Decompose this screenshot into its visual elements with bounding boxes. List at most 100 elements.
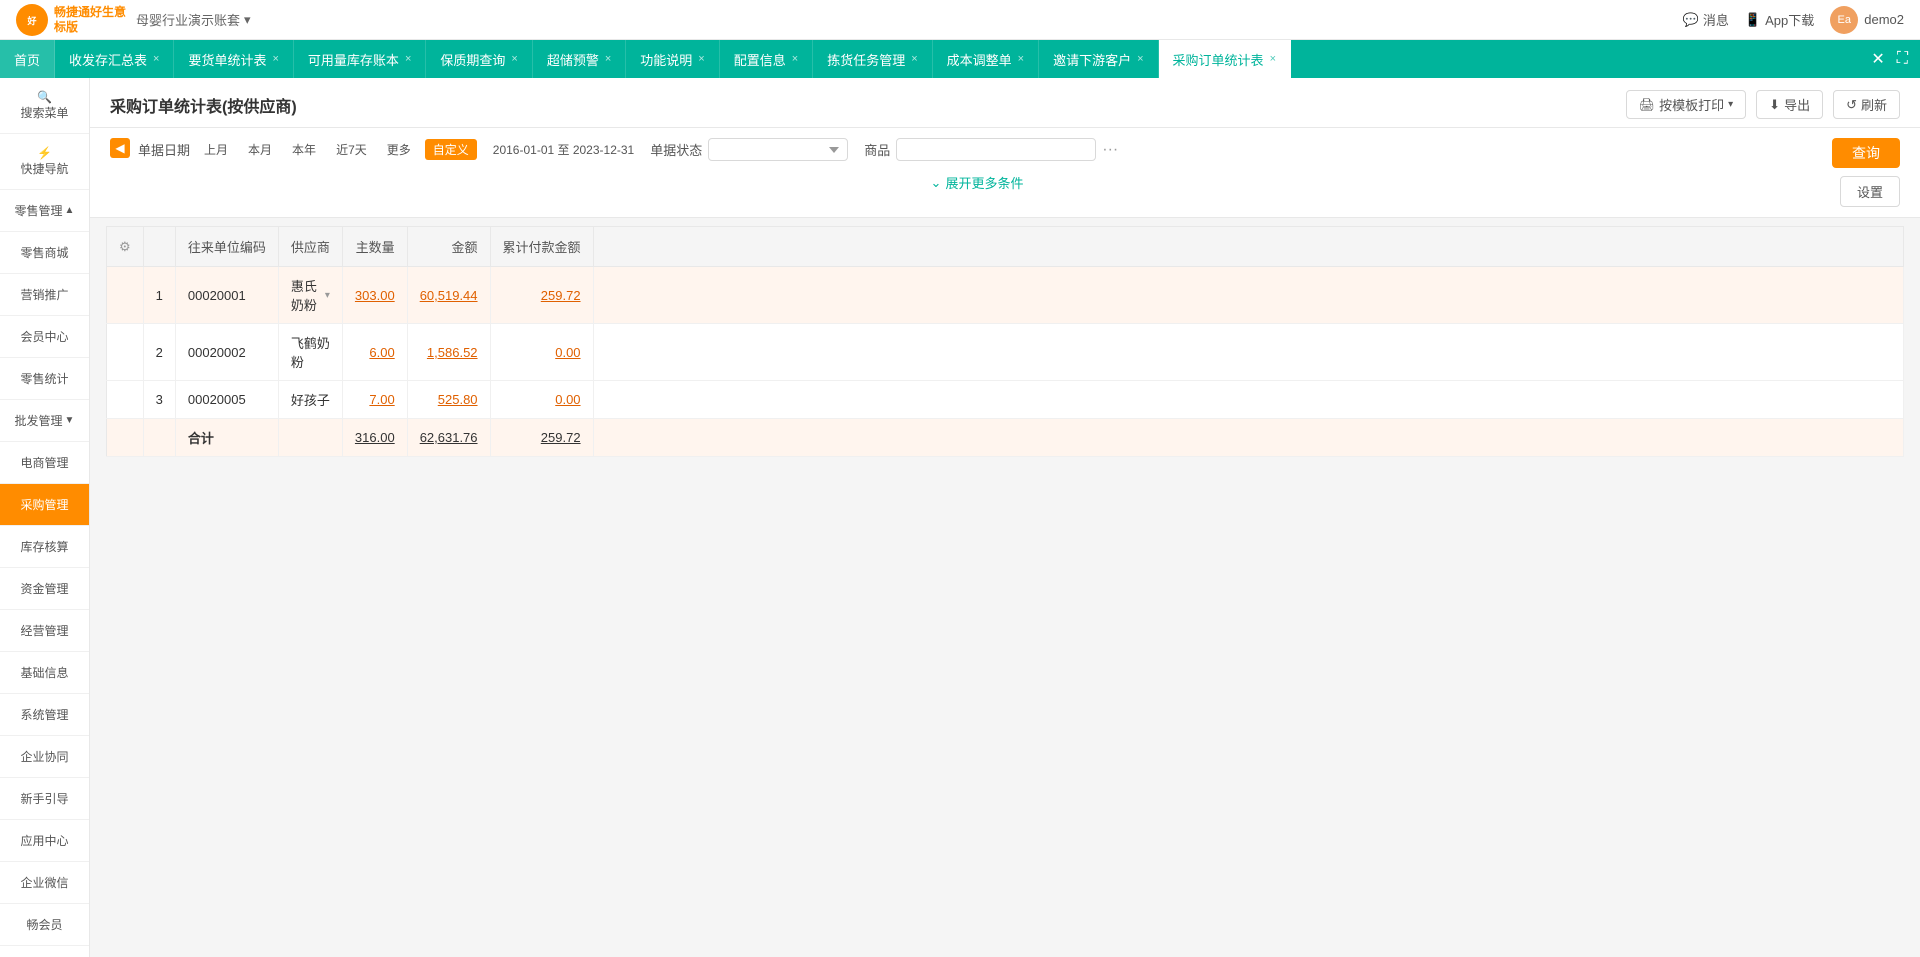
tab-chaochuyujing[interactable]: 超储预警 × <box>533 40 626 78</box>
tab-keyongliang-close[interactable]: × <box>405 53 411 65</box>
collapse-button[interactable]: ◀ <box>110 138 130 158</box>
tab-chaochuyujing-label: 超储预警 <box>547 50 599 69</box>
workspace-selector[interactable]: 母婴行业演示账套 ▾ <box>136 10 251 29</box>
row-settings-cell <box>107 324 144 381</box>
tab-shoufacun[interactable]: 收发存汇总表 × <box>55 40 174 78</box>
sidebar-item-retail-mgmt[interactable]: 零售管理 ▲ <box>0 190 89 232</box>
row-amount[interactable]: 1,586.52 <box>407 324 490 381</box>
tab-caigou[interactable]: 采购订单统计表 × <box>1159 40 1291 78</box>
date-custom-badge[interactable]: 自定义 <box>425 139 477 160</box>
tab-caigou-close[interactable]: × <box>1270 53 1276 65</box>
wholesale-label: 批发管理 <box>15 412 63 429</box>
row-supplier[interactable]: 飞鹤奶粉 <box>278 324 342 381</box>
sidebar-item-newbie[interactable]: 新手引导 <box>0 778 89 820</box>
sidebar-item-sys-mgmt[interactable]: 系统管理 <box>0 694 89 736</box>
page-header: 采购订单统计表(按供应商) 🖨 按模板打印 ▾ ⬇ 导出 ↺ 刷新 <box>90 78 1920 128</box>
tab-peizhi[interactable]: 配置信息 × <box>720 40 813 78</box>
more-options-icon[interactable]: ··· <box>1102 141 1118 159</box>
tab-jianhuo-label: 拣货任务管理 <box>827 50 905 69</box>
footer-amount: 62,631.76 <box>407 419 490 457</box>
app-download-btn[interactable]: 📱 App下载 <box>1745 10 1814 29</box>
tab-chengben-close[interactable]: × <box>1018 53 1024 65</box>
tab-yaoqing-close[interactable]: × <box>1137 53 1143 65</box>
tab-yaohuo[interactable]: 要货单统计表 × <box>174 40 293 78</box>
setting-button[interactable]: 设置 <box>1840 176 1900 207</box>
sidebar-item-member2[interactable]: 畅会员 <box>0 904 89 946</box>
sidebar-item-member[interactable]: 会员中心 <box>0 316 89 358</box>
sidebar-item-wholesale[interactable]: 批发管理 ▼ <box>0 400 89 442</box>
tab-yaoqing-label: 邀请下游客户 <box>1053 50 1131 69</box>
row-amount[interactable]: 525.80 <box>407 381 490 419</box>
date-last-month[interactable]: 上月 <box>196 139 236 160</box>
print-button[interactable]: 🖨 按模板打印 ▾ <box>1626 90 1747 119</box>
tab-keyongliang[interactable]: 可用量库存账本 × <box>294 40 426 78</box>
tab-gongneng-label: 功能说明 <box>640 50 692 69</box>
sidebar-item-retail-mall[interactable]: 零售商城 <box>0 232 89 274</box>
row-settings-cell <box>107 381 144 419</box>
row-qty[interactable]: 303.00 <box>342 267 407 324</box>
sidebar-item-quicknav[interactable]: ⚡ 快捷导航 <box>0 134 89 190</box>
tab-peizhi-close[interactable]: × <box>792 53 798 65</box>
row-qty[interactable]: 7.00 <box>342 381 407 419</box>
goods-input[interactable] <box>896 138 1096 161</box>
tab-yaoqing[interactable]: 邀请下游客户 × <box>1039 40 1158 78</box>
tab-shoufacun-close[interactable]: × <box>153 53 159 65</box>
status-select[interactable] <box>708 138 848 161</box>
tab-chaochuyujing-close[interactable]: × <box>605 53 611 65</box>
chevron-down-icon-2: ▼ <box>65 415 75 426</box>
sidebar-item-app-center[interactable]: 应用中心 <box>0 820 89 862</box>
sidebar-item-enterprise[interactable]: 企业协同 <box>0 736 89 778</box>
tab-gongneng-close[interactable]: × <box>698 53 704 65</box>
filter-status: 单据状态 <box>650 138 848 161</box>
row-paid[interactable]: 0.00 <box>490 324 593 381</box>
print-dropdown-icon: ▾ <box>1728 99 1733 110</box>
row-paid[interactable]: 259.72 <box>490 267 593 324</box>
sidebar-item-basic-info[interactable]: 基础信息 <box>0 652 89 694</box>
sidebar-item-purchase[interactable]: 采购管理 <box>0 484 89 526</box>
tab-jianhuo[interactable]: 拣货任务管理 × <box>813 40 932 78</box>
filter-bar: ◀ 单据日期 上月 本月 本年 近7天 更多 自定义 <box>90 128 1920 218</box>
date-7days[interactable]: 近7天 <box>328 139 375 160</box>
refresh-label: 刷新 <box>1861 95 1887 114</box>
sidebar-item-operations[interactable]: 经营管理 <box>0 610 89 652</box>
nav-expand-btn[interactable]: ⛶ <box>1893 46 1912 72</box>
table-header-row: ⚙ 往来单位编码 供应商 主数量 金额 累计付款金额 <box>107 227 1904 267</box>
sidebar-item-wechat[interactable]: 企业微信 <box>0 862 89 904</box>
sidebar-item-marketing[interactable]: 营销推广 <box>0 274 89 316</box>
logo: 好 畅捷通好生意 标版 <box>16 4 126 36</box>
sidebar-item-ecommerce[interactable]: 电商管理 <box>0 442 89 484</box>
row-supplier[interactable]: 好孩子 <box>278 381 342 419</box>
tab-chengben[interactable]: 成本调整单 × <box>933 40 1039 78</box>
user-info[interactable]: Ea demo2 <box>1830 6 1904 34</box>
sidebar-item-retail-stats[interactable]: 零售统计 <box>0 358 89 400</box>
sidebar-item-inventory[interactable]: 库存核算 <box>0 526 89 568</box>
date-more[interactable]: 更多 <box>379 139 419 160</box>
query-button[interactable]: 查询 <box>1832 138 1900 168</box>
settings-icon[interactable]: ⚙ <box>119 239 131 254</box>
nav-close-btn[interactable]: ✕ <box>1867 45 1888 73</box>
row-supplier[interactable]: 惠氏奶粉 ▾ <box>278 267 342 324</box>
message-btn[interactable]: 💬 消息 <box>1683 10 1729 29</box>
tab-baozhi-close[interactable]: × <box>511 53 517 65</box>
sidebar-item-search[interactable]: 🔍 搜索菜单 <box>0 78 89 134</box>
row-code: 00020005 <box>175 381 278 419</box>
export-button[interactable]: ⬇ 导出 <box>1756 90 1823 119</box>
tab-yaohuo-close[interactable]: × <box>272 53 278 65</box>
tab-home[interactable]: 首页 <box>0 40 55 78</box>
sidebar-item-finance[interactable]: 资金管理 <box>0 568 89 610</box>
tab-jianhuo-close[interactable]: × <box>911 53 917 65</box>
row-paid[interactable]: 0.00 <box>490 381 593 419</box>
row-qty[interactable]: 6.00 <box>342 324 407 381</box>
username-label: demo2 <box>1864 12 1904 27</box>
row-amount[interactable]: 60,519.44 <box>407 267 490 324</box>
expand-more-btn[interactable]: ⌄ 展开更多条件 <box>138 167 1816 198</box>
row-index: 3 <box>143 381 175 419</box>
tab-gongneng[interactable]: 功能说明 × <box>626 40 719 78</box>
refresh-button[interactable]: ↺ 刷新 <box>1833 90 1900 119</box>
date-this-year[interactable]: 本年 <box>284 139 324 160</box>
svg-text:好: 好 <box>26 15 36 26</box>
expand-row: ⌄ 展开更多条件 <box>138 167 1816 198</box>
date-this-month[interactable]: 本月 <box>240 139 280 160</box>
th-settings[interactable]: ⚙ <box>107 227 144 267</box>
tab-baozhi[interactable]: 保质期查询 × <box>426 40 532 78</box>
